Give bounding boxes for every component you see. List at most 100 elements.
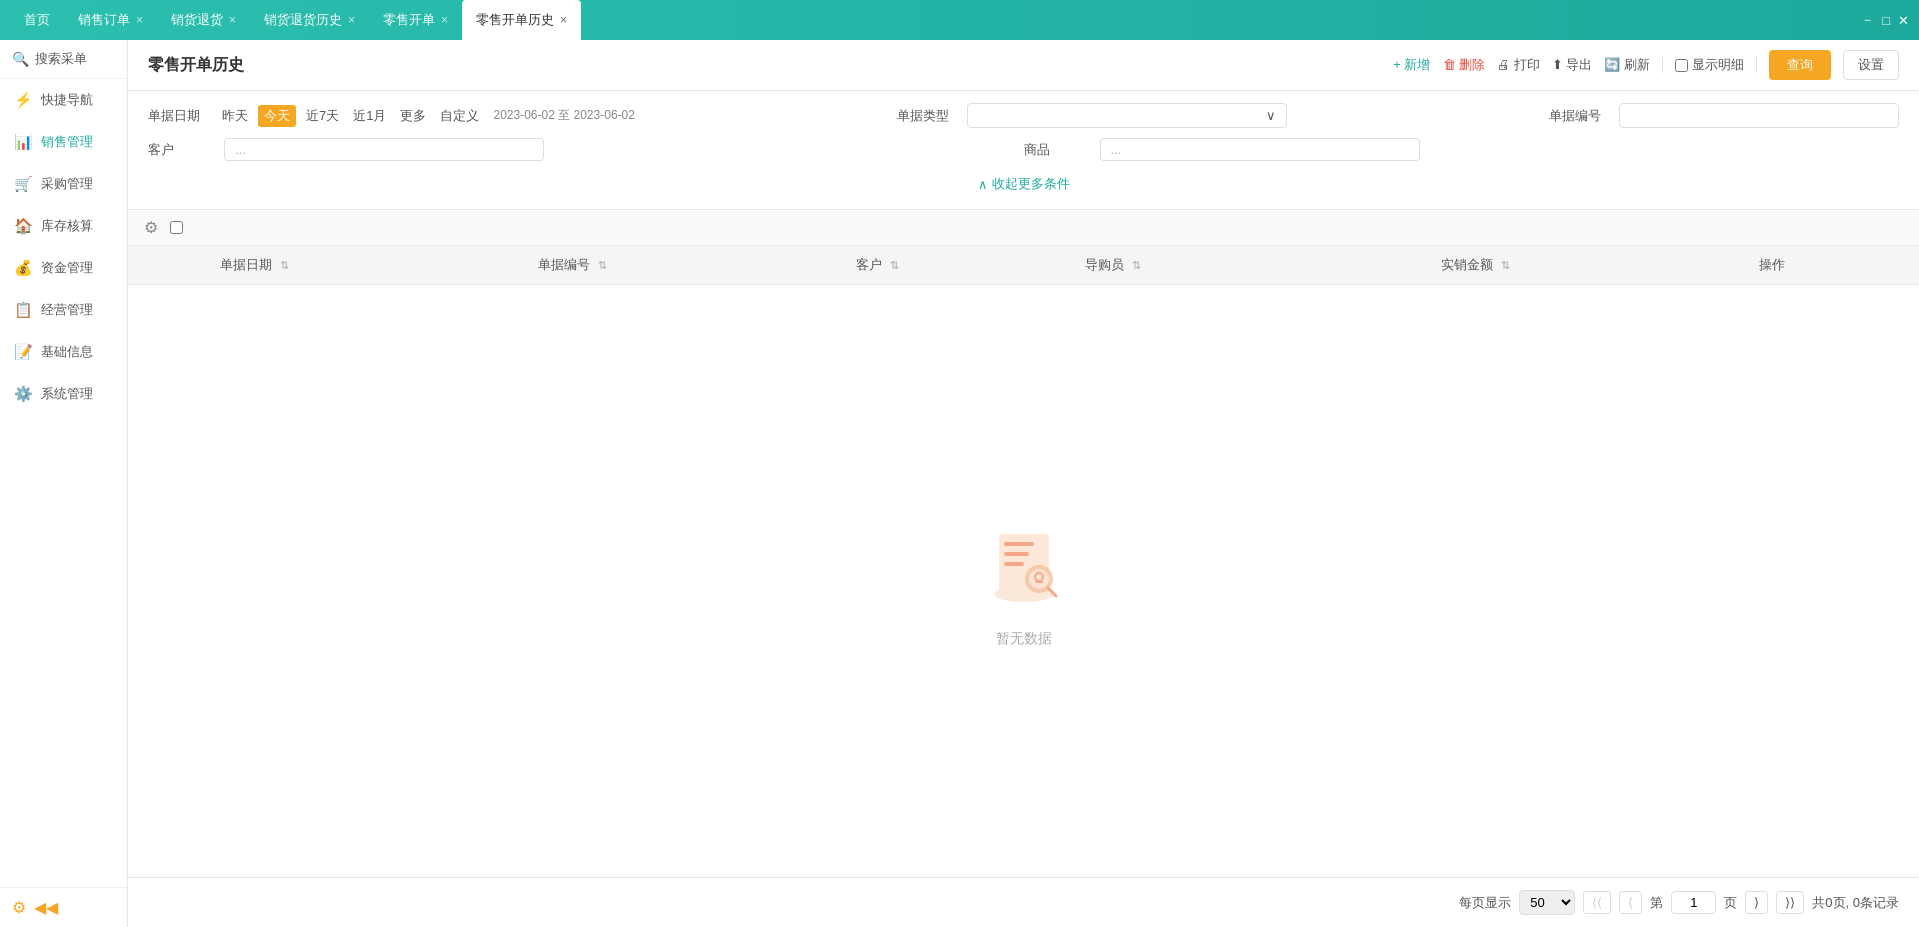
date-range-text: 2023-06-02 至 2023-06-02 — [493, 107, 634, 124]
sidebar-item-operations[interactable]: 📋 经营管理 — [0, 289, 127, 331]
date-more[interactable]: 更多 — [396, 105, 430, 127]
date-yesterday[interactable]: 昨天 — [218, 105, 252, 127]
product-dots: ... — [1111, 142, 1122, 157]
first-page-button[interactable]: ⟨⟨ — [1583, 891, 1611, 914]
window-controls: － □ ✕ — [1861, 11, 1909, 29]
operations-icon: 📋 — [14, 301, 33, 319]
number-input[interactable] — [1619, 103, 1899, 128]
product-label: 商品 — [1024, 141, 1094, 159]
inventory-icon: 🏠 — [14, 217, 33, 235]
delete-button[interactable]: 🗑 删除 — [1443, 56, 1486, 74]
filter-area: 单据日期 昨天 今天 近7天 近1月 更多 自定义 2023-06-02 至 2… — [128, 91, 1919, 210]
page-title: 零售开单历史 — [148, 55, 244, 76]
filter-row-2: 客户 ... 商品 ... — [148, 138, 1899, 161]
total-info: 共0页, 0条记录 — [1812, 894, 1899, 912]
settings-button[interactable]: 设置 — [1843, 50, 1899, 80]
header-divider — [1662, 57, 1663, 73]
sort-date-icon: ⇅ — [280, 259, 289, 271]
close-tab-sales-return[interactable]: × — [229, 13, 236, 27]
sort-salesperson-icon: ⇅ — [1132, 259, 1141, 271]
search-icon: 🔍 — [12, 51, 29, 67]
svg-rect-2 — [1004, 542, 1034, 546]
collapse-button[interactable]: ∧ 收起更多条件 — [148, 171, 1899, 197]
table-area: ⚙ 单据日期 ⇅ 单据编号 ⇅ — [128, 210, 1919, 877]
refresh-button[interactable]: 🔄 刷新 — [1604, 56, 1650, 74]
sidebar-item-basic[interactable]: 📝 基础信息 — [0, 331, 127, 373]
date-shortcuts: 昨天 今天 近7天 近1月 更多 自定义 2023-06-02 至 2023-0… — [218, 105, 635, 127]
display-detail-input[interactable] — [1675, 59, 1688, 72]
close-tab-sales-return-history[interactable]: × — [348, 13, 355, 27]
close-window-button[interactable]: ✕ — [1898, 13, 1909, 28]
th-number[interactable]: 单据编号 ⇅ — [526, 246, 844, 285]
empty-text: 暂无数据 — [996, 630, 1052, 648]
next-page-button[interactable]: ⟩ — [1745, 891, 1768, 914]
add-button[interactable]: + 新增 — [1393, 56, 1430, 74]
sidebar-item-inventory[interactable]: 🏠 库存核算 — [0, 205, 127, 247]
per-page-label: 每页显示 — [1459, 894, 1511, 912]
maximize-button[interactable]: □ — [1882, 13, 1890, 28]
close-tab-retail-history[interactable]: × — [560, 13, 567, 27]
close-tab-sales-order[interactable]: × — [136, 13, 143, 27]
type-select-arrow: ∨ — [1266, 108, 1276, 123]
th-customer[interactable]: 客户 ⇅ — [844, 246, 1073, 285]
th-actions: 操作 — [1747, 246, 1919, 285]
th-amount[interactable]: 实销金额 ⇅ — [1429, 246, 1747, 285]
settings-gear-icon[interactable]: ⚙ — [12, 898, 26, 917]
top-bar: 首页 销售订单 × 销货退货 × 销货退货历史 × 零售开单 × 零售开单历史 … — [0, 0, 1919, 40]
tab-retail-open[interactable]: 零售开单 × — [369, 0, 462, 40]
tab-sales-return-history[interactable]: 销货退货历史 × — [250, 0, 369, 40]
sidebar-item-sales[interactable]: 📊 销售管理 — [0, 121, 127, 163]
sidebar-bottom: ⚙ ◀◀ — [0, 887, 127, 927]
header-divider2 — [1756, 57, 1757, 73]
th-salesperson[interactable]: 导购员 ⇅ — [1073, 246, 1347, 285]
prev-page-button[interactable]: ⟨ — [1619, 891, 1642, 914]
sort-amount-icon: ⇅ — [1501, 259, 1510, 271]
sales-icon: 📊 — [14, 133, 33, 151]
date-today[interactable]: 今天 — [258, 105, 296, 127]
tab-sales-return[interactable]: 销货退货 × — [157, 0, 250, 40]
quick-nav-icon: ⚡ — [14, 91, 33, 109]
table-settings-icon[interactable]: ⚙ — [144, 218, 158, 237]
type-label: 单据类型 — [897, 107, 967, 125]
page-header: 零售开单历史 + 新增 🗑 删除 🖨 打印 ⬆ 导出 🔄 刷新 显示明细 查询 … — [128, 40, 1919, 91]
filter-row-1: 单据日期 昨天 今天 近7天 近1月 更多 自定义 2023-06-02 至 2… — [148, 103, 1899, 128]
svg-rect-3 — [1004, 552, 1029, 556]
minimize-button[interactable]: － — [1861, 11, 1874, 29]
page-label-prefix: 第 — [1650, 894, 1663, 912]
tab-bar: 首页 销售订单 × 销货退货 × 销货退货历史 × 零售开单 × 零售开单历史 … — [10, 0, 1861, 40]
table-header-row: 单据日期 ⇅ 单据编号 ⇅ 客户 ⇅ 导购员 ⇅ — [128, 246, 1919, 285]
sidebar-item-finance[interactable]: 💰 资金管理 — [0, 247, 127, 289]
sidebar-item-system[interactable]: ⚙️ 系统管理 — [0, 373, 127, 415]
export-button[interactable]: ⬆ 导出 — [1552, 56, 1593, 74]
page-label-suffix: 页 — [1724, 894, 1737, 912]
date-7days[interactable]: 近7天 — [302, 105, 343, 127]
customer-input[interactable]: ... — [224, 138, 544, 161]
date-1month[interactable]: 近1月 — [349, 105, 390, 127]
product-input[interactable]: ... — [1100, 138, 1420, 161]
type-select[interactable]: ∨ — [967, 103, 1287, 128]
sidebar-collapse-icon[interactable]: ◀◀ — [34, 898, 58, 917]
th-spacer — [1347, 246, 1429, 285]
query-button[interactable]: 查询 — [1769, 50, 1831, 80]
search-bill[interactable]: 🔍 搜索采单 — [0, 40, 127, 79]
tab-home[interactable]: 首页 — [10, 0, 64, 40]
empty-icon — [974, 514, 1074, 614]
page-input[interactable] — [1671, 891, 1716, 914]
sidebar: 🔍 搜索采单 ⚡ 快捷导航 📊 销售管理 🛒 采购管理 🏠 库存核算 💰 — [0, 40, 128, 927]
close-tab-retail-open[interactable]: × — [441, 13, 448, 27]
sidebar-nav: ⚡ 快捷导航 📊 销售管理 🛒 采购管理 🏠 库存核算 💰 资金管理 📋 — [0, 79, 127, 887]
print-button[interactable]: 🖨 打印 — [1497, 56, 1540, 74]
display-detail-checkbox[interactable]: 显示明细 — [1675, 56, 1744, 74]
date-custom[interactable]: 自定义 — [436, 105, 483, 127]
customer-dots: ... — [235, 142, 246, 157]
tab-retail-history[interactable]: 零售开单历史 × — [462, 0, 581, 40]
select-all-checkbox[interactable] — [170, 221, 183, 234]
customer-label: 客户 — [148, 141, 218, 159]
sidebar-item-quick-nav[interactable]: ⚡ 快捷导航 — [0, 79, 127, 121]
header-actions: + 新增 🗑 删除 🖨 打印 ⬆ 导出 🔄 刷新 显示明细 查询 设置 — [1393, 50, 1899, 80]
sidebar-item-purchase[interactable]: 🛒 采购管理 — [0, 163, 127, 205]
last-page-button[interactable]: ⟩⟩ — [1776, 891, 1804, 914]
tab-sales-order[interactable]: 销售订单 × — [64, 0, 157, 40]
th-date[interactable]: 单据日期 ⇅ — [208, 246, 526, 285]
per-page-select[interactable]: 50 20 100 — [1519, 890, 1575, 915]
